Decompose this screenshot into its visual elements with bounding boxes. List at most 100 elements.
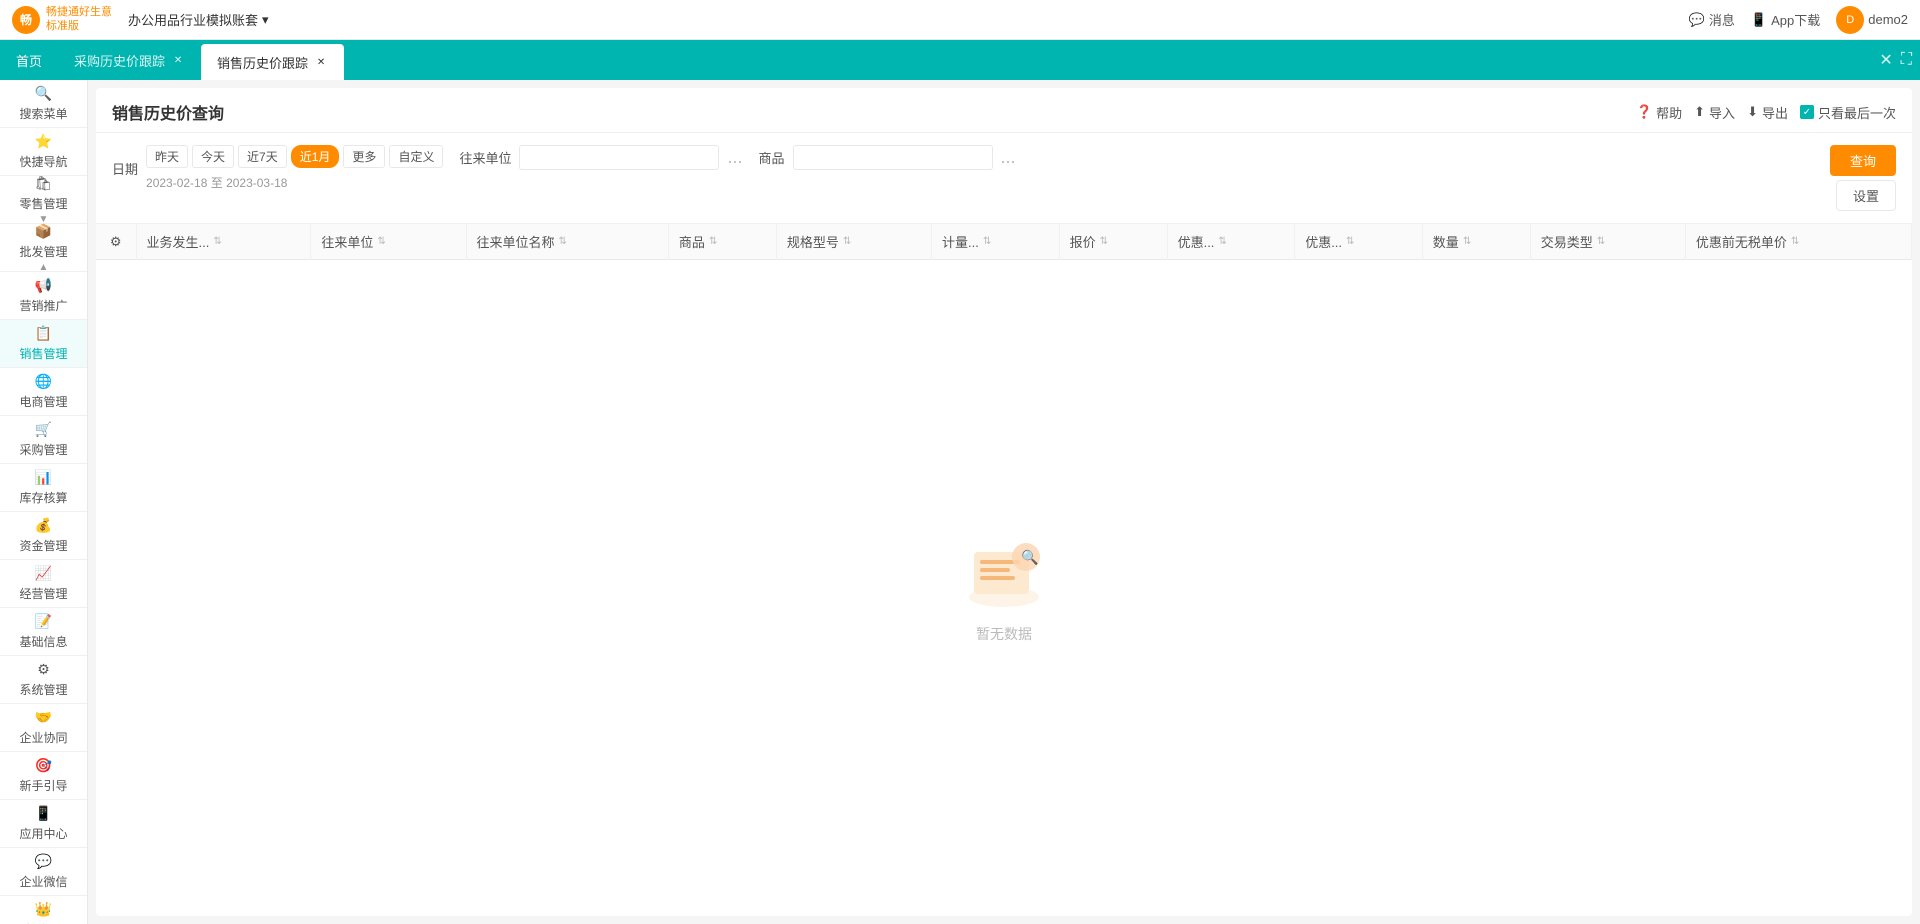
- empty-text: 暂无数据: [976, 624, 1032, 644]
- sort-icon[interactable]: ⇅: [983, 236, 991, 247]
- sidebar-item-sales-mgmt[interactable]: 📋 销售管理: [0, 320, 87, 368]
- message-icon: 💬: [1689, 12, 1705, 28]
- date-btn-yesterday[interactable]: 昨天: [146, 145, 188, 168]
- logo-icon: 畅: [12, 6, 40, 34]
- sidebar-item-search[interactable]: 🔍 搜索菜单: [0, 80, 87, 128]
- empty-state: 🔍 暂无数据: [96, 260, 1912, 916]
- product-input[interactable]: [793, 145, 993, 170]
- sidebar-item-marketing[interactable]: 📢 营销推广: [0, 272, 87, 320]
- top-bar: 畅 畅捷通好生意 标准版 办公用品行业模拟账套 ▾ 💬 消息 📱 App下载 D…: [0, 0, 1920, 40]
- date-btn-today[interactable]: 今天: [192, 145, 234, 168]
- star-icon: ⭐: [35, 133, 52, 150]
- sidebar-item-quick-nav[interactable]: ⭐ 快捷导航: [0, 128, 87, 176]
- product-dots-btn[interactable]: ...: [1001, 147, 1016, 168]
- sidebar-item-inventory[interactable]: 📊 库存核算: [0, 464, 87, 512]
- svg-text:🔍: 🔍: [1021, 548, 1038, 566]
- import-btn[interactable]: ⬆ 导入: [1694, 103, 1735, 122]
- sort-icon[interactable]: ⇅: [1218, 236, 1226, 247]
- sidebar-item-operations[interactable]: 📈 经营管理: [0, 560, 87, 608]
- app-center-icon: 📱: [35, 805, 52, 822]
- operations-icon: 📈: [35, 565, 52, 582]
- tab-close-all-icon[interactable]: ✕: [1879, 50, 1892, 70]
- date-btn-more[interactable]: 更多: [343, 145, 385, 168]
- retail-icon: 🛍: [35, 175, 53, 192]
- tab-purchase-history[interactable]: 采购历史价跟踪 ✕: [58, 40, 201, 80]
- sidebar-item-enterprise[interactable]: 🤝 企业协同: [0, 704, 87, 752]
- export-btn[interactable]: ⬇ 导出: [1747, 103, 1788, 122]
- chevron-up-icon: ▲: [39, 262, 49, 273]
- date-filter-group: 日期 昨天 今天 近7天 近1月 更多 自定义 2023-02-18 至 202…: [112, 145, 443, 191]
- tab-close-sales[interactable]: ✕: [314, 55, 328, 69]
- purchase-icon: 🛒: [35, 421, 52, 438]
- sidebar-item-member[interactable]: 👑 畅会员: [0, 896, 87, 924]
- basic-info-icon: 📝: [35, 613, 52, 630]
- sort-icon[interactable]: ⇅: [559, 236, 567, 247]
- page-title: 销售历史价查询: [112, 100, 224, 124]
- data-table: ⚙ 业务发生... ⇅ 往来单位: [96, 224, 1912, 260]
- col-quantity: 数量 ⇅: [1422, 224, 1530, 260]
- sidebar-item-finance[interactable]: 💰 资金管理: [0, 512, 87, 560]
- sidebar-item-app-center[interactable]: 📱 应用中心: [0, 800, 87, 848]
- tab-fullscreen-icon[interactable]: ⛶: [1901, 51, 1912, 69]
- sidebar-item-purchase[interactable]: 🛒 采购管理: [0, 416, 87, 464]
- col-partner-code: 往来单位 ⇅: [311, 224, 466, 260]
- sidebar-item-wechat[interactable]: 💬 企业微信: [0, 848, 87, 896]
- content-area: 销售历史价查询 ❓ 帮助 ⬆ 导入 ⬇ 导出 ✓: [88, 80, 1920, 924]
- logo-text: 畅捷通好生意 标准版: [46, 6, 112, 32]
- col-pretax-price: 优惠前无税单价 ⇅: [1685, 224, 1911, 260]
- sidebar-item-basic-info[interactable]: 📝 基础信息: [0, 608, 87, 656]
- col-unit: 计量... ⇅: [932, 224, 1060, 260]
- app-download-btn[interactable]: 📱 App下载: [1751, 10, 1820, 29]
- sidebar-item-guide[interactable]: 🎯 新手引导: [0, 752, 87, 800]
- search-icon: 🔍: [35, 85, 52, 102]
- product-filter-group: 商品 ...: [758, 145, 1015, 170]
- ecommerce-icon: 🌐: [35, 373, 52, 390]
- sort-icon[interactable]: ⇅: [1463, 236, 1471, 247]
- message-btn[interactable]: 💬 消息: [1689, 10, 1735, 29]
- date-btn-7days[interactable]: 近7天: [238, 145, 287, 168]
- table-wrapper: ⚙ 业务发生... ⇅ 往来单位: [96, 224, 1912, 916]
- col-discount1: 优惠... ⇅: [1167, 224, 1295, 260]
- only-last-checkbox-label[interactable]: ✓ 只看最后一次: [1800, 103, 1896, 122]
- checkbox-icon: ✓: [1800, 105, 1814, 119]
- col-discount2: 优惠... ⇅: [1295, 224, 1423, 260]
- sidebar: 🔍 搜索菜单 ⭐ 快捷导航 🛍 零售管理 ▼ 📦 批发管理 ▲ 📢 营销推广 📋…: [0, 80, 88, 924]
- sort-icon[interactable]: ⇅: [1597, 236, 1605, 247]
- date-label: 日期: [112, 159, 138, 178]
- marketing-icon: 📢: [35, 277, 52, 294]
- sort-icon[interactable]: ⇅: [1791, 236, 1799, 247]
- settings-button[interactable]: 设置: [1836, 180, 1896, 211]
- page-header: 销售历史价查询 ❓ 帮助 ⬆ 导入 ⬇ 导出 ✓: [96, 88, 1912, 133]
- date-btn-custom[interactable]: 自定义: [389, 145, 443, 168]
- tab-home[interactable]: 首页: [0, 40, 58, 80]
- date-buttons: 昨天 今天 近7天 近1月 更多 自定义: [146, 145, 443, 168]
- user-profile-btn[interactable]: D demo2: [1836, 6, 1908, 34]
- partner-dots-btn[interactable]: ...: [727, 147, 742, 168]
- sidebar-item-wholesale[interactable]: 📦 批发管理 ▲: [0, 224, 87, 272]
- query-button[interactable]: 查询: [1830, 145, 1896, 176]
- sort-icon[interactable]: ⇅: [843, 236, 851, 247]
- tab-close-purchase[interactable]: ✕: [171, 53, 185, 67]
- sidebar-item-ecommerce[interactable]: 🌐 电商管理: [0, 368, 87, 416]
- top-bar-right: 💬 消息 📱 App下载 D demo2: [1689, 6, 1908, 34]
- sidebar-item-retail[interactable]: 🛍 零售管理 ▼: [0, 176, 87, 224]
- tab-sales-history[interactable]: 销售历史价跟踪 ✕: [201, 44, 344, 80]
- wholesale-icon: 📦: [35, 223, 52, 240]
- col-gear[interactable]: ⚙: [96, 224, 136, 260]
- sort-icon[interactable]: ⇅: [709, 236, 717, 247]
- sort-icon[interactable]: ⇅: [213, 236, 221, 247]
- import-icon: ⬆: [1694, 104, 1705, 120]
- sort-icon[interactable]: ⇅: [1100, 236, 1108, 247]
- partner-input[interactable]: [519, 145, 719, 170]
- sort-icon[interactable]: ⇅: [377, 236, 385, 247]
- top-bar-left: 畅 畅捷通好生意 标准版 办公用品行业模拟账套 ▾: [12, 6, 277, 34]
- tab-bar-actions: ✕ ⛶: [1871, 40, 1920, 80]
- app-selector[interactable]: 办公用品行业模拟账套 ▾: [120, 6, 277, 33]
- col-biz-date: 业务发生... ⇅: [136, 224, 311, 260]
- gear-icon[interactable]: ⚙: [110, 234, 122, 249]
- sort-icon[interactable]: ⇅: [1346, 236, 1354, 247]
- help-btn[interactable]: ❓ 帮助: [1636, 103, 1682, 122]
- date-btn-1month[interactable]: 近1月: [291, 145, 340, 168]
- tab-bar: 首页 采购历史价跟踪 ✕ 销售历史价跟踪 ✕ ✕ ⛶: [0, 40, 1920, 80]
- sidebar-item-system[interactable]: ⚙ 系统管理: [0, 656, 87, 704]
